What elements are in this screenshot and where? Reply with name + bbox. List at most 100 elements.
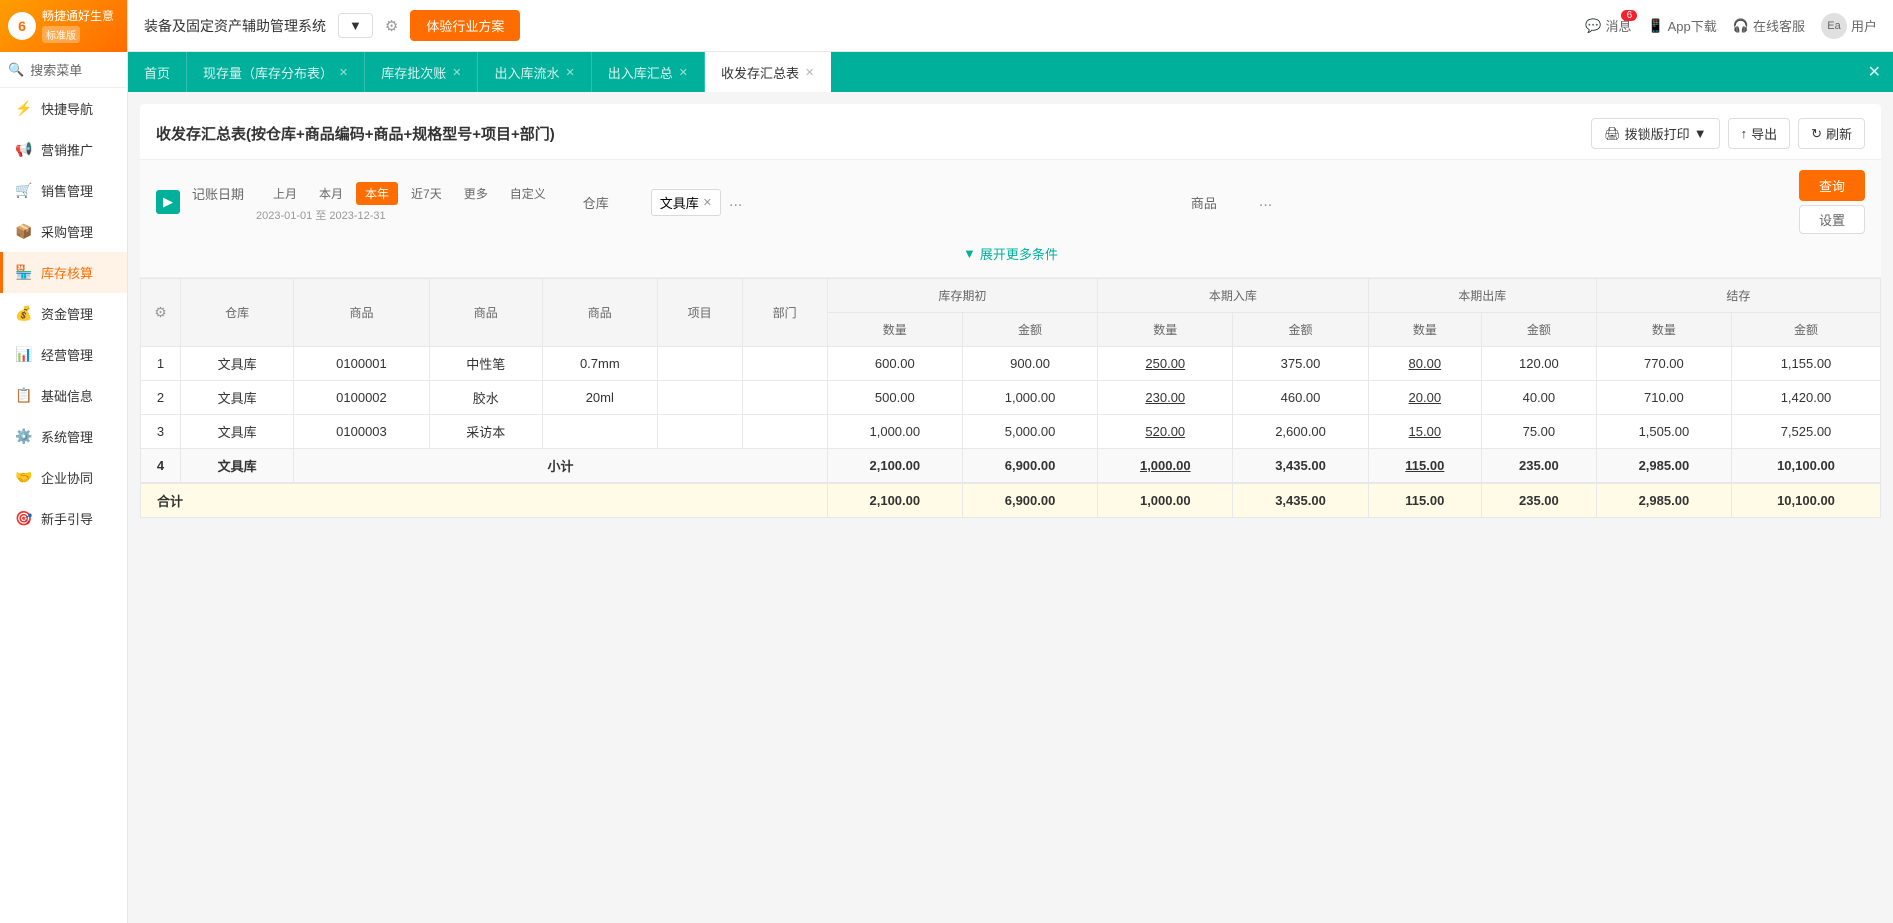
experience-button[interactable]: 体验行业方案 xyxy=(410,10,520,41)
row-in-qty[interactable]: 250.00 xyxy=(1098,347,1233,381)
row-init-qty: 1,000.00 xyxy=(827,415,962,449)
row-code: 0100002 xyxy=(294,381,429,415)
expand-row: ▼ 展开更多条件 xyxy=(156,240,1865,267)
tab-close-icon[interactable]: ✕ xyxy=(805,66,814,79)
logo-text: 畅捷通好生意 xyxy=(42,9,114,25)
dropdown-chevron-icon: ▼ xyxy=(1694,126,1707,141)
tab-close-icon[interactable]: ✕ xyxy=(339,66,348,79)
row-out-qty[interactable]: 15.00 xyxy=(1368,415,1481,449)
warehouse-remove-icon[interactable]: ✕ xyxy=(703,196,712,209)
tab-[interactable]: 出入库汇总✕ xyxy=(592,52,705,92)
total-out-amt: 235.00 xyxy=(1482,483,1597,518)
col-bal-qty-header: 数量 xyxy=(1596,313,1731,347)
col-period-in-header: 本期入库 xyxy=(1098,279,1368,313)
headset-icon: 🎧 xyxy=(1733,18,1749,34)
date-range-display: 2023-01-01 至 2023-12-31 xyxy=(256,207,555,223)
col-out-qty-header: 数量 xyxy=(1368,313,1481,347)
date-shortcut-自定义[interactable]: 自定义 xyxy=(501,182,555,205)
tab-bar-close-icon[interactable]: ✕ xyxy=(1868,62,1893,82)
date-shortcuts: 上月本月本年近7天更多自定义 xyxy=(264,182,555,205)
online-service-item[interactable]: 🎧 在线客服 xyxy=(1733,16,1805,35)
date-shortcut-本年[interactable]: 本年 xyxy=(356,182,398,205)
tab-close-icon[interactable]: ✕ xyxy=(566,66,575,79)
guide-icon: 🎯 xyxy=(15,510,33,528)
col-gear-icon[interactable]: ⚙ xyxy=(154,304,167,320)
subtotal-bal-amt: 10,100.00 xyxy=(1732,449,1881,484)
app-download-item[interactable]: 📱 App下载 xyxy=(1647,16,1716,35)
sidebar-item-finance[interactable]: 💰资金管理 xyxy=(0,293,127,334)
filter-toggle-button[interactable]: ▶ xyxy=(156,190,180,214)
row-warehouse: 文具库 xyxy=(181,415,294,449)
export-button[interactable]: ↑ 导出 xyxy=(1728,118,1791,149)
refresh-button[interactable]: ↻ 刷新 xyxy=(1798,118,1865,149)
tab-[interactable]: 库存批次账✕ xyxy=(365,52,478,92)
total-row: 合计 2,100.00 6,900.00 1,000.00 3,435.00 1… xyxy=(141,483,1881,518)
avatar: Ea xyxy=(1821,13,1847,39)
filter-area: ▶ 记账日期 上月本月本年近7天更多自定义 2023-01-01 至 2023-… xyxy=(140,160,1881,278)
sidebar-item-corp[interactable]: 🤝 企业协同 xyxy=(0,457,127,498)
date-shortcut-本月[interactable]: 本月 xyxy=(310,182,352,205)
warehouse-more-icon[interactable]: ... xyxy=(729,193,742,211)
row-dept xyxy=(742,381,827,415)
row-out-qty[interactable]: 80.00 xyxy=(1368,347,1481,381)
row-dept xyxy=(742,415,827,449)
export-label: 导出 xyxy=(1751,124,1777,143)
refresh-label: 刷新 xyxy=(1826,124,1852,143)
expand-button[interactable]: ▼ 展开更多条件 xyxy=(963,244,1058,263)
subtotal-out-amt: 235.00 xyxy=(1482,449,1597,484)
logo-icon: 6 xyxy=(8,12,36,40)
col-code-header: 商品 xyxy=(294,279,429,347)
sidebar-nav: ⚡快捷导航📢营销推广🛒销售管理📦采购管理🏪库存核算💰资金管理📊经营管理 📋 基础信息… xyxy=(0,88,127,539)
row-in-qty[interactable]: 230.00 xyxy=(1098,381,1233,415)
col-period-out-header: 本期出库 xyxy=(1368,279,1596,313)
corp-icon: 🤝 xyxy=(15,469,33,487)
query-button[interactable]: 查询 xyxy=(1799,170,1865,201)
sidebar-item-marketing[interactable]: 📢营销推广 xyxy=(0,129,127,170)
sidebar-item-label: 基础信息 xyxy=(41,386,93,405)
subtotal-bal-qty: 2,985.00 xyxy=(1596,449,1731,484)
goods-more-icon[interactable]: ... xyxy=(1259,193,1272,211)
row-out-qty[interactable]: 20.00 xyxy=(1368,381,1481,415)
sidebar-item-purchase[interactable]: 📦采购管理 xyxy=(0,211,127,252)
sidebar-item-system[interactable]: ⚙️系统管理 xyxy=(0,416,127,457)
print-button[interactable]: 🖨 拨锁版打印 ▼ xyxy=(1591,118,1719,149)
finance-icon: 💰 xyxy=(15,305,33,323)
sidebar-search[interactable]: 🔍 搜索菜单 xyxy=(0,52,127,88)
sidebar-item-guide[interactable]: 🎯新手引导 xyxy=(0,498,127,539)
system-dropdown[interactable]: ▼ xyxy=(338,13,373,38)
sidebar-item-sales[interactable]: 🛒销售管理 xyxy=(0,170,127,211)
sidebar-item-inventory[interactable]: 🏪库存核算 xyxy=(0,252,127,293)
total-label: 合计 xyxy=(141,483,828,518)
gear-settings-icon[interactable]: ⚙ xyxy=(385,17,398,35)
user-item[interactable]: Ea 用户 xyxy=(1821,13,1877,39)
message-icon-item[interactable]: 💬 消息 6 xyxy=(1585,16,1631,35)
col-bal-amt-header: 金额 xyxy=(1732,313,1881,347)
row-in-qty[interactable]: 520.00 xyxy=(1098,415,1233,449)
tab-[interactable]: 收发存汇总表✕ xyxy=(705,52,831,92)
warehouse-label: 仓库 xyxy=(583,193,643,212)
sidebar-item-quicknav[interactable]: ⚡快捷导航 xyxy=(0,88,127,129)
action-btn-group: 查询 设置 xyxy=(1799,170,1865,234)
row-project xyxy=(657,381,742,415)
subtotal-in-qty[interactable]: 1,000.00 xyxy=(1098,449,1233,484)
subtotal-out-qty[interactable]: 115.00 xyxy=(1368,449,1481,484)
settings-button[interactable]: 设置 xyxy=(1799,205,1865,234)
sidebar-item-operation[interactable]: 📊经营管理 xyxy=(0,334,127,375)
print-label: 拨锁版打印 xyxy=(1625,124,1690,143)
date-shortcut-近7天[interactable]: 近7天 xyxy=(402,182,451,205)
date-shortcut-更多[interactable]: 更多 xyxy=(455,182,497,205)
total-in-qty: 1,000.00 xyxy=(1098,483,1233,518)
tab-close-icon[interactable]: ✕ xyxy=(679,66,688,79)
date-shortcut-上月[interactable]: 上月 xyxy=(264,182,306,205)
sidebar-item-label: 企业协同 xyxy=(41,468,93,487)
row-code: 0100003 xyxy=(294,415,429,449)
tab-[interactable]: 首页 xyxy=(128,52,187,92)
row-project xyxy=(657,415,742,449)
sidebar-item-basic[interactable]: 📋 基础信息 xyxy=(0,375,127,416)
tab-[interactable]: 出入库流水✕ xyxy=(478,52,591,92)
tab-[interactable]: 现存量（库存分布表）✕ xyxy=(187,52,365,92)
basic-icon: 📋 xyxy=(15,387,33,405)
row-bal-qty: 770.00 xyxy=(1596,347,1731,381)
row-warehouse: 文具库 xyxy=(181,381,294,415)
tab-close-icon[interactable]: ✕ xyxy=(452,66,461,79)
